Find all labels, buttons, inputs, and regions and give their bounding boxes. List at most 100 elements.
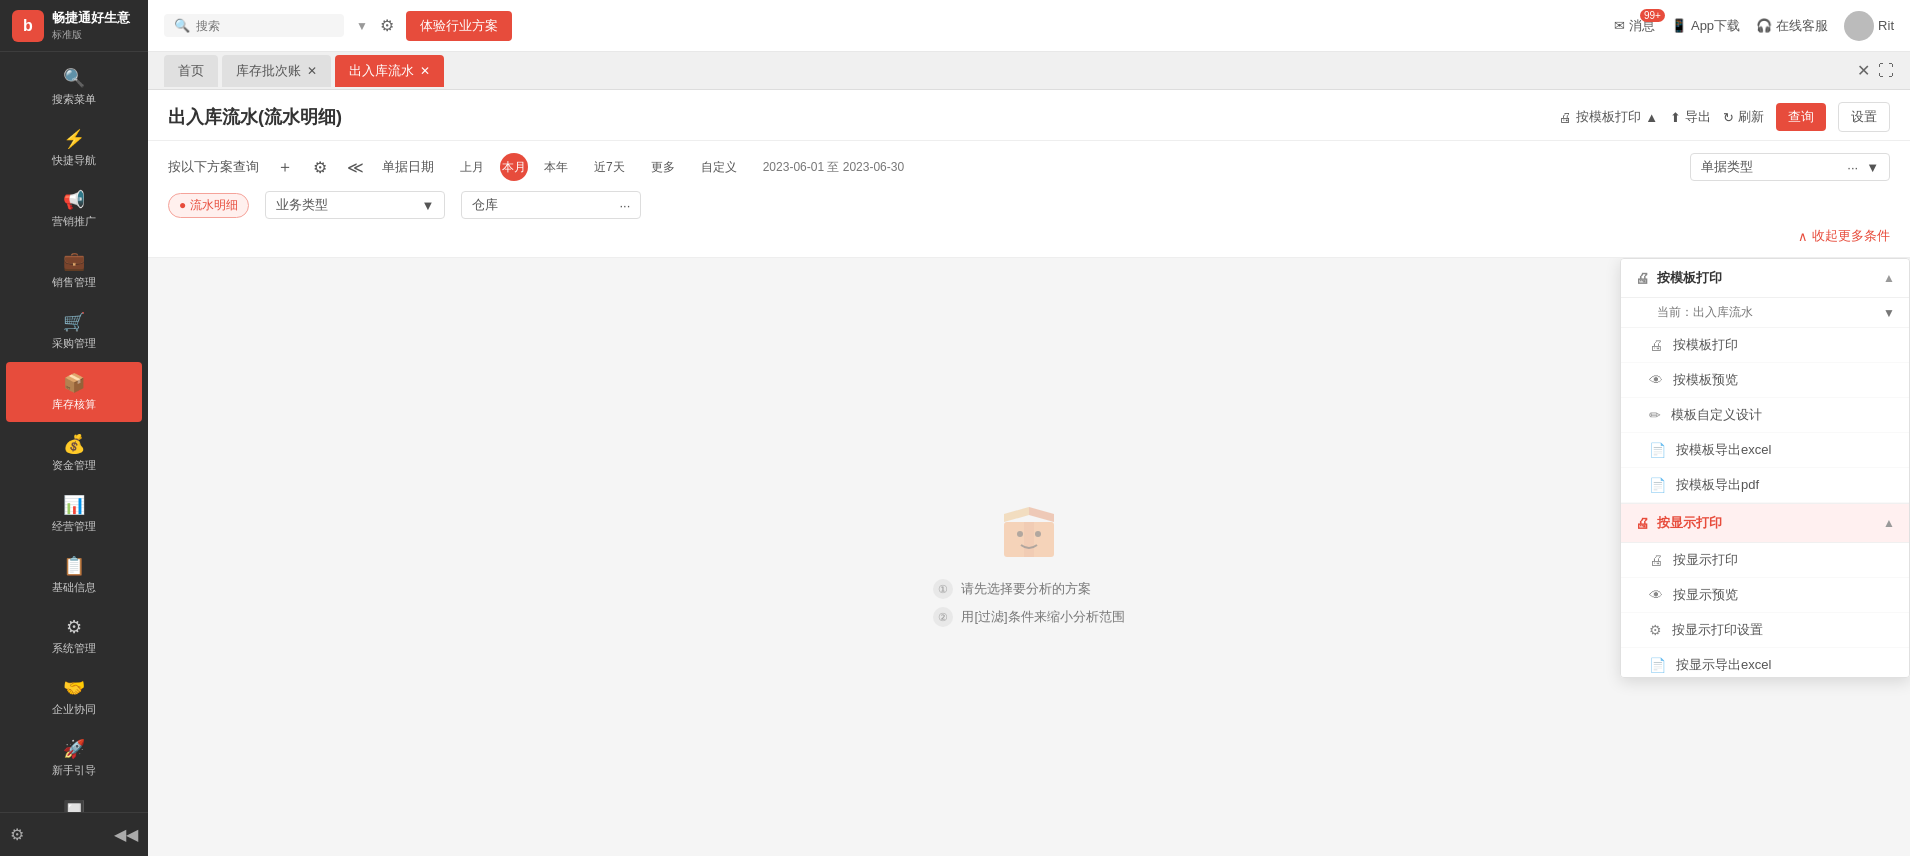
query-label: 查询 [1788, 108, 1814, 126]
template-print-header[interactable]: 🖨 按模板打印 ▲ [1621, 259, 1909, 298]
sidebar-bottom: ⚙ ◀◀ [0, 812, 148, 856]
display-print-sub-label: 按显示打印 [1673, 551, 1738, 569]
sidebar-item-marketing[interactable]: 📢 营销推广 [6, 179, 142, 239]
sidebar-item-operations[interactable]: 📊 经营管理 [6, 484, 142, 544]
template-print-section: 🖨 按模板打印 ▲ 当前：出入库流水 ▼ 🖨 按模板打印 👁 按模板预览 [1621, 259, 1909, 504]
search-chevron-icon[interactable]: ▼ [356, 19, 368, 33]
system-icon: ⚙ [66, 616, 82, 638]
date-tag-custom[interactable]: 自定义 [691, 156, 747, 179]
step-num-1: ① [933, 579, 953, 599]
filter-add-button[interactable]: ＋ [275, 155, 295, 180]
tab-flow-close-icon[interactable]: ✕ [420, 64, 430, 78]
tab-batch-label: 库存批次账 [236, 62, 301, 80]
svg-point-5 [1035, 531, 1041, 537]
topbar-right: ✉ 消息 99+ 📱 App下载 🎧 在线客服 Rit [1614, 11, 1894, 41]
tab-flow[interactable]: 出入库流水 ✕ [335, 55, 444, 87]
filter-collapse-button[interactable]: ≪ [345, 156, 366, 179]
sidebar-item-inventory[interactable]: 📦 库存核算 [6, 362, 142, 422]
tab-home[interactable]: 首页 [164, 55, 218, 87]
sidebar-item-finance[interactable]: 💰 资金管理 [6, 423, 142, 483]
display-print-chevron-icon: ▲ [1883, 516, 1895, 530]
display-preview-icon: 👁 [1649, 587, 1663, 603]
display-preview-sub[interactable]: 👁 按显示预览 [1621, 578, 1909, 613]
sidebar-item-quick-nav[interactable]: ⚡ 快捷导航 [6, 118, 142, 178]
date-tag-this-year[interactable]: 本年 [534, 156, 578, 179]
display-print-header[interactable]: 🖨 按显示打印 ▲ [1621, 504, 1909, 543]
topbar: 🔍 ▼ ⚙ 体验行业方案 ✉ 消息 99+ 📱 App下载 🎧 在线客服 Rit [148, 0, 1910, 52]
display-print-sub[interactable]: 🖨 按显示打印 [1621, 543, 1909, 578]
date-tag-this-month[interactable]: 本月 [500, 153, 528, 181]
biz-type-select[interactable]: 业务类型 ▼ [265, 191, 445, 219]
date-label: 单据日期 [382, 158, 434, 176]
topbar-search-box[interactable]: 🔍 [164, 14, 344, 37]
sidebar-item-basic[interactable]: 📋 基础信息 [6, 545, 142, 605]
date-tag-last-month[interactable]: 上月 [450, 156, 494, 179]
date-tag-7days[interactable]: 近7天 [584, 156, 635, 179]
settings-button[interactable]: 设置 [1838, 102, 1890, 132]
sidebar-item-search[interactable]: 🔍 搜索菜单 [6, 57, 142, 117]
display-print-settings-sub[interactable]: ⚙ 按显示打印设置 [1621, 613, 1909, 648]
sidebar-item-system[interactable]: ⚙ 系统管理 [6, 606, 142, 666]
current-template-row[interactable]: 当前：出入库流水 ▼ [1621, 298, 1909, 328]
step-num-2: ② [933, 607, 953, 627]
template-excel-sub[interactable]: 📄 按模板导出excel [1621, 433, 1909, 468]
search-icon: 🔍 [63, 67, 85, 89]
date-tag-more[interactable]: 更多 [641, 156, 685, 179]
user-avatar-button[interactable]: Rit [1844, 11, 1894, 41]
operations-icon: 📊 [63, 494, 85, 516]
collapse-more-button[interactable]: ∧ 收起更多条件 [1798, 227, 1890, 245]
collapse-sidebar-icon[interactable]: ◀◀ [110, 821, 142, 848]
sidebar-item-label: 基础信息 [52, 580, 96, 595]
template-pdf-sub[interactable]: 📄 按模板导出pdf [1621, 468, 1909, 503]
app-download-button[interactable]: 📱 App下载 [1671, 17, 1740, 35]
filter-settings-button[interactable]: ⚙ [311, 156, 329, 179]
sidebar-item-apps[interactable]: 🔲 应用中心 [6, 789, 142, 812]
sidebar-item-purchase[interactable]: 🛒 采购管理 [6, 301, 142, 361]
refresh-button[interactable]: ↻ 刷新 [1723, 108, 1764, 126]
export-button[interactable]: ⬆ 导出 [1670, 108, 1711, 126]
customer-service-button[interactable]: 🎧 在线客服 [1756, 17, 1828, 35]
customize-sub-icon: ✏ [1649, 407, 1661, 423]
biz-type-chevron-icon: ▼ [421, 198, 434, 213]
tag-chip-icon: ● [179, 198, 186, 212]
sidebar-item-sales[interactable]: 💼 销售管理 [6, 240, 142, 300]
template-customize-sub[interactable]: ✏ 模板自定义设计 [1621, 398, 1909, 433]
refresh-label: 刷新 [1738, 108, 1764, 126]
industry-solution-button[interactable]: 体验行业方案 [406, 11, 512, 41]
doc-type-more-icon: ··· [1847, 160, 1858, 175]
sidebar-item-guide[interactable]: 🚀 新手引导 [6, 728, 142, 788]
inventory-icon: 📦 [63, 372, 85, 394]
search-input[interactable] [196, 19, 316, 33]
display-excel-icon: 📄 [1649, 657, 1666, 673]
template-preview-sub[interactable]: 👁 按模板预览 [1621, 363, 1909, 398]
template-print-sub[interactable]: 🖨 按模板打印 [1621, 328, 1909, 363]
warehouse-more-icon: ··· [619, 198, 630, 213]
display-print-sub-icon: 🖨 [1649, 552, 1663, 568]
print-template-label: 按模板打印 [1576, 108, 1641, 126]
tab-batch-close-icon[interactable]: ✕ [307, 64, 317, 78]
print-template-button[interactable]: 🖨 按模板打印 ▲ [1559, 108, 1658, 126]
display-excel-sub[interactable]: 📄 按显示导出excel [1621, 648, 1909, 678]
print-dropdown-panel: 🖨 按模板打印 ▲ 当前：出入库流水 ▼ 🖨 按模板打印 👁 按模板预览 [1620, 258, 1910, 678]
mobile-icon: 📱 [1671, 18, 1687, 33]
tab-batch[interactable]: 库存批次账 ✕ [222, 55, 331, 87]
step-1-text: 请先选择要分析的方案 [961, 580, 1091, 598]
headset-icon: 🎧 [1756, 18, 1772, 33]
message-button[interactable]: ✉ 消息 99+ [1614, 17, 1655, 35]
query-button[interactable]: 查询 [1776, 103, 1826, 131]
empty-step-2: ② 用[过滤]条件来缩小分析范围 [933, 607, 1124, 627]
app-logo-icon: b [12, 10, 44, 42]
date-filter-tags: 上月 本月 本年 近7天 更多 自定义 [450, 153, 747, 181]
window-maximize-button[interactable]: ⛶ [1878, 62, 1894, 80]
window-close-button[interactable]: ✕ [1857, 61, 1870, 80]
doc-type-select[interactable]: 单据类型 ··· ▼ [1690, 153, 1890, 181]
biz-type-label: 业务类型 [276, 196, 328, 214]
topbar-gear-icon[interactable]: ⚙ [380, 16, 394, 35]
sidebar-item-label: 销售管理 [52, 275, 96, 290]
sidebar-item-corp[interactable]: 🤝 企业协同 [6, 667, 142, 727]
doc-type-chevron-icon: ▼ [1866, 160, 1879, 175]
warehouse-select[interactable]: 仓库 ··· [461, 191, 641, 219]
app-download-label: App下载 [1691, 17, 1740, 35]
page-header: 出入库流水(流水明细) 🖨 按模板打印 ▲ ⬆ 导出 ↻ 刷新 查询 设置 [148, 90, 1910, 141]
settings-bottom-icon[interactable]: ⚙ [6, 821, 28, 848]
